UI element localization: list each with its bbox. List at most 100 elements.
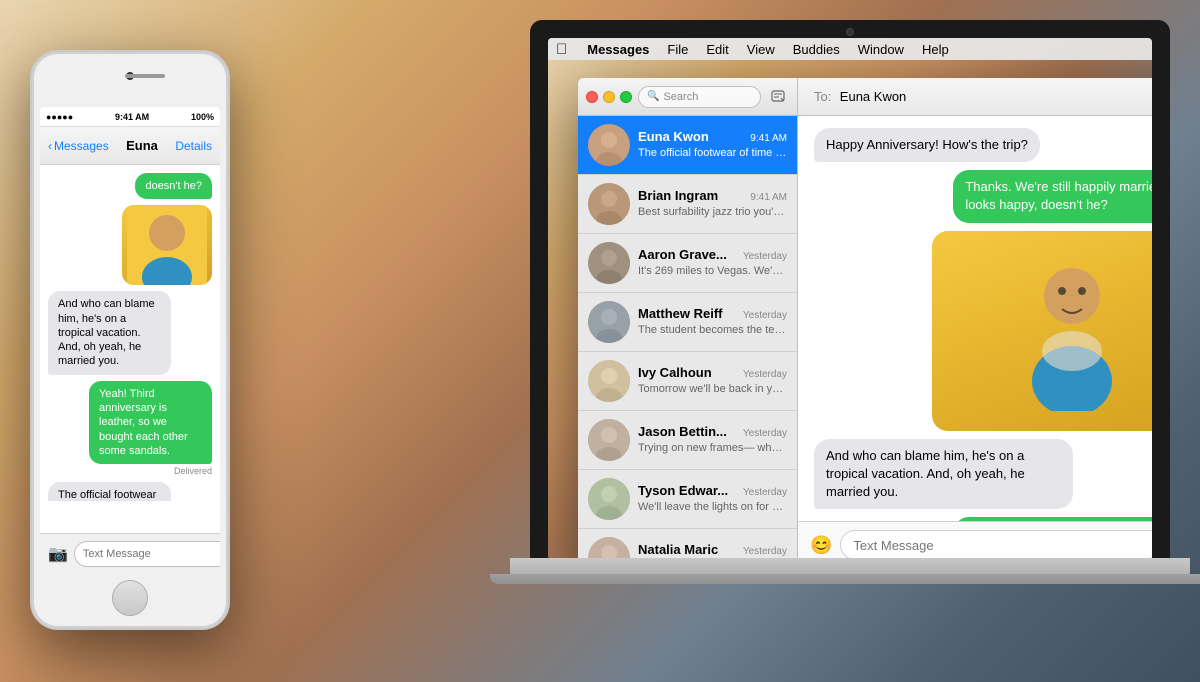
iphone-message-2 bbox=[48, 205, 212, 285]
laptop-screen:  Messages File Edit View Buddies Window… bbox=[548, 38, 1152, 560]
avatar-ivy-calhoun bbox=[588, 360, 630, 402]
chat-text-input[interactable] bbox=[840, 530, 1152, 560]
conv-header-euna-kwon: Euna Kwon 9:41 AM bbox=[638, 129, 787, 144]
camera-icon[interactable]: 📷 bbox=[48, 544, 68, 564]
iphone-details-button[interactable]: Details bbox=[175, 139, 212, 153]
search-bar[interactable]: 🔍 Search bbox=[638, 86, 761, 108]
chat-messages: Happy Anniversary! How's the trip? Thank… bbox=[798, 116, 1152, 521]
conv-preview-euna-kwon: The official footwear of time off. bbox=[638, 146, 787, 160]
conv-time-tyson-edwards: Yesterday bbox=[743, 487, 787, 498]
iphone-message-5: The official footwear of time off. bbox=[48, 482, 212, 501]
laptop-camera bbox=[846, 28, 854, 36]
conv-info-ivy-calhoun: Ivy Calhoun Yesterday Tomorrow we'll be … bbox=[638, 365, 787, 396]
messages-window: 🔍 Search bbox=[578, 78, 1152, 560]
maximize-button[interactable] bbox=[620, 91, 632, 103]
avatar-euna-kwon bbox=[588, 124, 630, 166]
avatar-jason-bettini bbox=[588, 419, 630, 461]
iphone-device: ●●●●● 9:41 AM 100% ‹ Messages Euna Detai… bbox=[30, 50, 230, 630]
conv-info-jason-bettini: Jason Bettin... Yesterday Trying on new … bbox=[638, 424, 787, 455]
avatar-tyson-edwards bbox=[588, 478, 630, 520]
conversation-item-brian-ingram[interactable]: Brian Ingram 9:41 AM Best surfability ja… bbox=[578, 175, 797, 234]
conv-header-brian-ingram: Brian Ingram 9:41 AM bbox=[638, 188, 787, 203]
conversation-item-euna-kwon[interactable]: Euna Kwon 9:41 AM The official footwear … bbox=[578, 116, 797, 175]
conv-preview-jason-bettini: Trying on new frames— what do you think … bbox=[638, 441, 787, 455]
conv-header-ivy-calhoun: Ivy Calhoun Yesterday bbox=[638, 365, 787, 380]
message-row-4: And who can blame him, he's on a tropica… bbox=[814, 439, 1152, 510]
sidebar: 🔍 Search bbox=[578, 78, 798, 560]
conv-preview-ivy-calhoun: Tomorrow we'll be back in your neighborh… bbox=[638, 382, 787, 396]
iphone-messages: doesn't he? And who can blame him, he's … bbox=[40, 165, 220, 501]
chat-recipient-name: Euna Kwon bbox=[840, 89, 907, 104]
menu-app-name[interactable]: Messages bbox=[585, 42, 651, 57]
chat-to-label: To: Euna Kwon bbox=[814, 88, 906, 106]
laptop-device:  Messages File Edit View Buddies Window… bbox=[450, 0, 1200, 682]
iphone-text-input[interactable] bbox=[74, 541, 220, 567]
search-icon: 🔍 bbox=[647, 91, 659, 102]
laptop-bezel:  Messages File Edit View Buddies Window… bbox=[530, 20, 1170, 560]
iphone-screen: ●●●●● 9:41 AM 100% ‹ Messages Euna Detai… bbox=[40, 107, 220, 573]
compose-button[interactable] bbox=[767, 86, 789, 108]
conv-info-aaron-graves: Aaron Grave... Yesterday It's 269 miles … bbox=[638, 247, 787, 278]
to-label: To: bbox=[814, 89, 831, 104]
home-button[interactable] bbox=[112, 580, 148, 616]
message-image-bubble bbox=[932, 231, 1152, 431]
conv-preview-brian-ingram: Best surfability jazz trio you've ever h… bbox=[638, 205, 787, 219]
conversation-item-aaron-graves[interactable]: Aaron Grave... Yesterday It's 269 miles … bbox=[578, 234, 797, 293]
conv-name-jason-bettini: Jason Bettin... bbox=[638, 424, 727, 439]
conv-name-euna-kwon: Euna Kwon bbox=[638, 129, 709, 144]
conv-name-aaron-graves: Aaron Grave... bbox=[638, 247, 727, 262]
conv-name-ivy-calhoun: Ivy Calhoun bbox=[638, 365, 712, 380]
message-bubble-2: Thanks. We're still happily married. He … bbox=[953, 170, 1152, 222]
conv-info-euna-kwon: Euna Kwon 9:41 AM The official footwear … bbox=[638, 129, 787, 160]
conv-header-tyson-edwards: Tyson Edwar... Yesterday bbox=[638, 483, 787, 498]
conv-header-matthew-reiff: Matthew Reiff Yesterday bbox=[638, 306, 787, 321]
menu-window[interactable]: Window bbox=[856, 42, 906, 57]
conversation-list: Euna Kwon 9:41 AM The official footwear … bbox=[578, 116, 797, 560]
emoji-icon[interactable]: 😊 bbox=[810, 535, 832, 556]
menu-bar:  Messages File Edit View Buddies Window… bbox=[548, 38, 1152, 60]
iphone-status-bar: ●●●●● 9:41 AM 100% bbox=[40, 107, 220, 127]
conversation-item-natalia-maric[interactable]: Natalia Maric Yesterday Oh, I'm on 21st … bbox=[578, 529, 797, 560]
iphone-bubble-3: And who can blame him, he's on a tropica… bbox=[48, 291, 171, 374]
message-bubble-1: Happy Anniversary! How's the trip? bbox=[814, 128, 1040, 162]
menu-edit[interactable]: Edit bbox=[704, 42, 730, 57]
chat-area: To: Euna Kwon Details Happy Anniversary!… bbox=[798, 78, 1152, 560]
conv-header-natalia-maric: Natalia Maric Yesterday bbox=[638, 542, 787, 557]
menu-help[interactable]: Help bbox=[920, 42, 951, 57]
search-placeholder: Search bbox=[663, 91, 698, 103]
message-row-2: Thanks. We're still happily married. He … bbox=[814, 170, 1152, 222]
chevron-left-icon: ‹ bbox=[48, 139, 52, 153]
apple-menu-icon[interactable]:  bbox=[556, 41, 567, 58]
laptop-foot bbox=[490, 574, 1200, 584]
battery-indicator: 100% bbox=[191, 112, 214, 122]
back-button[interactable]: ‹ Messages bbox=[48, 139, 109, 153]
iphone-image-bubble bbox=[122, 205, 212, 285]
conv-time-jason-bettini: Yesterday bbox=[743, 428, 787, 439]
message-bubble-4: And who can blame him, he's on a tropica… bbox=[814, 439, 1073, 510]
iphone-time: 9:41 AM bbox=[115, 112, 149, 122]
avatar-aaron-graves bbox=[588, 242, 630, 284]
conversation-item-ivy-calhoun[interactable]: Ivy Calhoun Yesterday Tomorrow we'll be … bbox=[578, 352, 797, 411]
menu-file[interactable]: File bbox=[665, 42, 690, 57]
iphone-contact-name: Euna bbox=[126, 138, 158, 153]
conversation-item-tyson-edwards[interactable]: Tyson Edwar... Yesterday We'll leave the… bbox=[578, 470, 797, 529]
conv-info-brian-ingram: Brian Ingram 9:41 AM Best surfability ja… bbox=[638, 188, 787, 219]
conversation-item-matthew-reiff[interactable]: Matthew Reiff Yesterday The student beco… bbox=[578, 293, 797, 352]
iphone-input-area: 📷 Send bbox=[40, 533, 220, 573]
message-row-1: Happy Anniversary! How's the trip? bbox=[814, 128, 1152, 162]
delivered-status: Delivered bbox=[174, 466, 212, 476]
chat-header: To: Euna Kwon Details bbox=[798, 78, 1152, 116]
iphone-message-3: And who can blame him, he's on a tropica… bbox=[48, 291, 212, 374]
conversation-item-jason-bettini[interactable]: Jason Bettin... Yesterday Trying on new … bbox=[578, 411, 797, 470]
conv-time-matthew-reiff: Yesterday bbox=[743, 310, 787, 321]
conv-name-tyson-edwards: Tyson Edwar... bbox=[638, 483, 728, 498]
minimize-button[interactable] bbox=[603, 91, 615, 103]
close-button[interactable] bbox=[586, 91, 598, 103]
conv-info-matthew-reiff: Matthew Reiff Yesterday The student beco… bbox=[638, 306, 787, 337]
iphone-bubble-4: Yeah! Third anniversary is leather, so w… bbox=[89, 381, 212, 464]
menu-view[interactable]: View bbox=[745, 42, 777, 57]
menu-buddies[interactable]: Buddies bbox=[791, 42, 842, 57]
conv-time-ivy-calhoun: Yesterday bbox=[743, 369, 787, 380]
conv-time-brian-ingram: 9:41 AM bbox=[750, 192, 787, 203]
iphone-message-4-container: Yeah! Third anniversary is leather, so w… bbox=[48, 381, 212, 476]
